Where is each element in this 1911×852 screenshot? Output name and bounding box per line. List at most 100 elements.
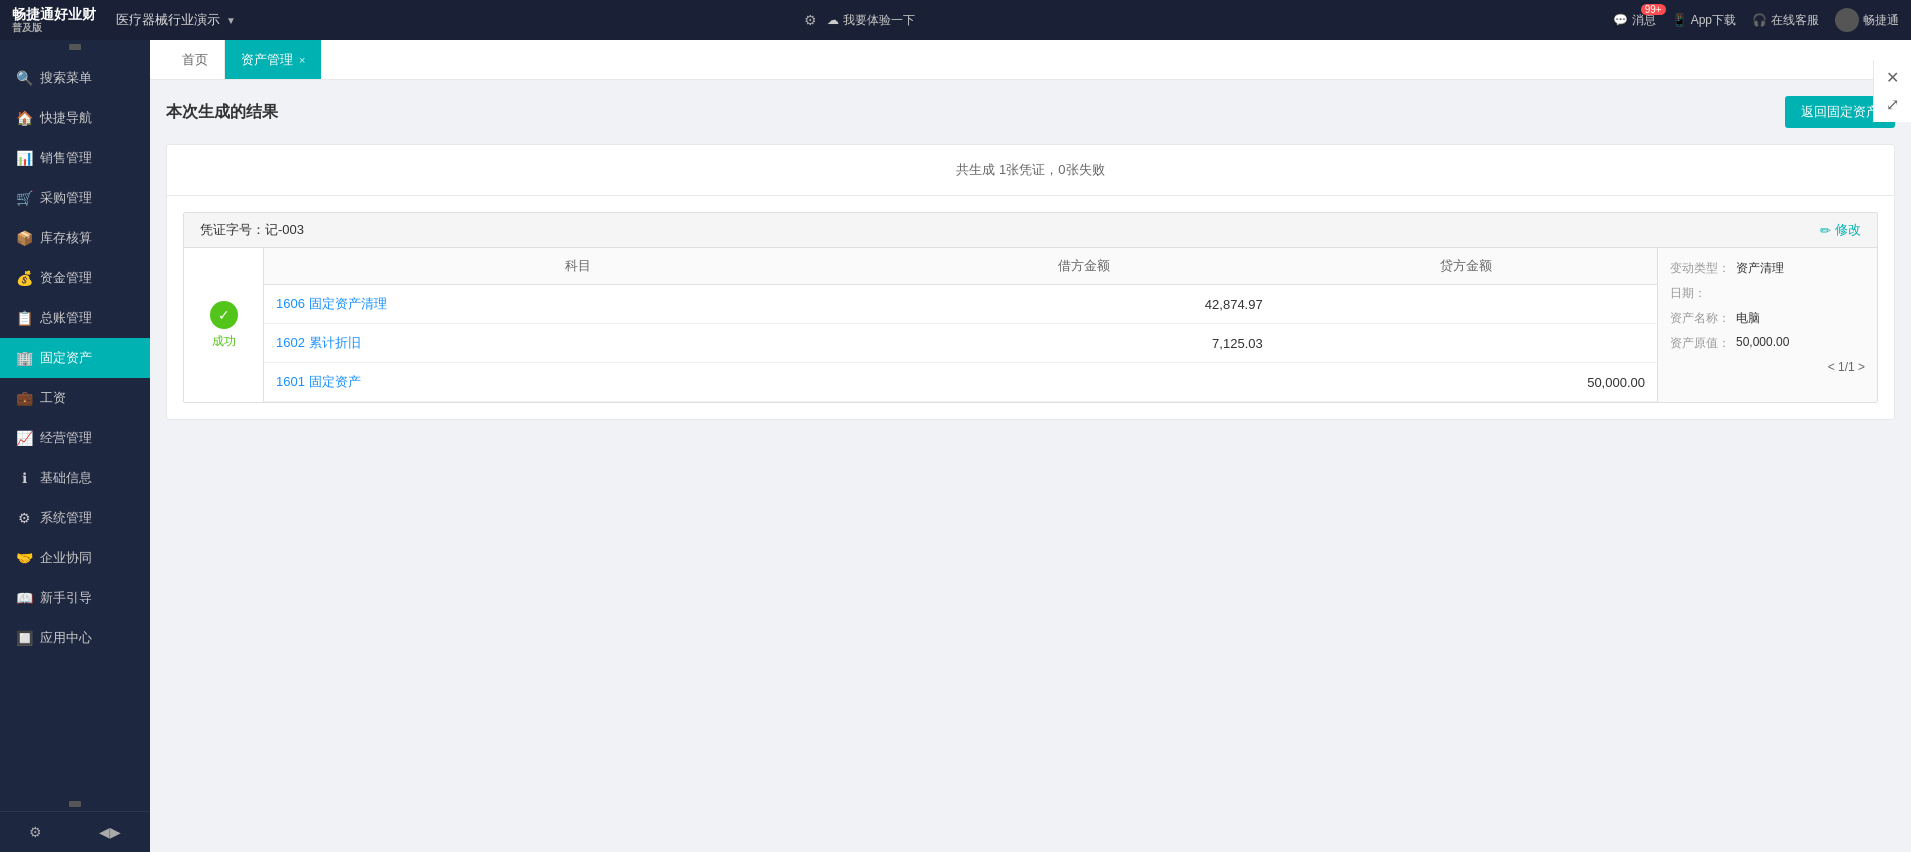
edit-icon: ✏ xyxy=(1820,223,1831,238)
sidebar-item-quicknav[interactable]: 🏠 快捷导航 xyxy=(0,98,150,138)
voucher-edit-button[interactable]: ✏ 修改 xyxy=(1820,221,1861,239)
tab-bar: 首页 资产管理 × xyxy=(150,40,1911,80)
app-download-button[interactable]: 📱 App下载 xyxy=(1672,12,1736,29)
close-button[interactable]: ✕ xyxy=(1878,64,1907,91)
guide-icon: 📖 xyxy=(16,590,32,606)
sidebar-item-corp[interactable]: 🤝 企业协同 xyxy=(0,538,150,578)
basic-info-icon: ℹ xyxy=(16,470,32,486)
row2-subject: 1602 累计折旧 xyxy=(264,324,892,363)
sales-icon: 📊 xyxy=(16,150,32,166)
fixed-assets-icon: 🏢 xyxy=(16,350,32,366)
row2-credit xyxy=(1275,324,1657,363)
sidebar-scroll-down[interactable] xyxy=(69,801,81,807)
topbar-right: 💬 消息 99+ 📱 App下载 🎧 在线客服 畅捷通 xyxy=(1613,8,1899,32)
voucher-section: 凭证字号：记-003 ✏ 修改 ✓ 成功 xyxy=(183,212,1878,403)
sidebar-bottom: ⚙ ◀▶ xyxy=(0,811,150,852)
voucher-body: ✓ 成功 科目 借方金额 贷方金额 xyxy=(184,248,1877,402)
sidebar-item-ledger[interactable]: 📋 总账管理 xyxy=(0,298,150,338)
system-icon: ⚙ xyxy=(16,510,32,526)
message-badge: 99+ xyxy=(1641,4,1666,15)
company-selector[interactable]: 医疗器械行业演示 ▼ xyxy=(116,11,794,29)
detail-pagination[interactable]: < 1/1 > xyxy=(1670,360,1865,374)
sidebar: 🔍 搜索菜单 🏠 快捷导航 📊 销售管理 🛒 采购管理 📦 库存核算 💰 xyxy=(0,40,150,852)
voucher-detail-panel: 变动类型： 资产清理 日期： 资产名称： 电脑 xyxy=(1657,248,1877,402)
tab-close-button[interactable]: × xyxy=(299,54,305,66)
sidebar-item-funds[interactable]: 💰 资金管理 xyxy=(0,258,150,298)
operation-icon: 📈 xyxy=(16,430,32,446)
trial-button[interactable]: ☁ 我要体验一下 xyxy=(827,12,915,29)
voucher-table-wrap: 科目 借方金额 贷方金额 1606 固定资产清理 42,874.97 xyxy=(264,248,1657,402)
message-icon: 💬 xyxy=(1613,13,1628,27)
sidebar-item-sales[interactable]: 📊 销售管理 xyxy=(0,138,150,178)
funds-icon: 💰 xyxy=(16,270,32,286)
row2-debit: 7,125.03 xyxy=(892,324,1274,363)
headset-icon: 🎧 xyxy=(1752,13,1767,27)
col-subject: 科目 xyxy=(264,248,892,285)
voucher-number: 凭证字号：记-003 xyxy=(200,221,304,239)
salary-icon: 💼 xyxy=(16,390,32,406)
detail-date: 日期： xyxy=(1670,285,1865,302)
success-icon: ✓ xyxy=(210,301,238,329)
tab-asset-management[interactable]: 资产管理 × xyxy=(225,40,321,79)
avatar xyxy=(1835,8,1859,32)
detail-asset-name: 资产名称： 电脑 xyxy=(1670,310,1865,327)
detail-asset-value: 资产原值： 50,000.00 xyxy=(1670,335,1865,352)
row1-credit xyxy=(1275,285,1657,324)
row3-debit xyxy=(892,363,1274,402)
sidebar-item-inventory[interactable]: 📦 库存核算 xyxy=(0,218,150,258)
sidebar-item-operation[interactable]: 📈 经营管理 xyxy=(0,418,150,458)
page-header: 本次生成的结果 返回固定资产 xyxy=(166,96,1895,128)
sidebar-item-basic[interactable]: ℹ 基础信息 xyxy=(0,458,150,498)
cloud-icon: ☁ xyxy=(827,13,839,27)
col-credit: 贷方金额 xyxy=(1275,248,1657,285)
app-logo: 畅捷通好业财 普及版 xyxy=(12,6,96,35)
sidebar-item-search[interactable]: 🔍 搜索菜单 xyxy=(0,58,150,98)
ledger-icon: 📋 xyxy=(16,310,32,326)
sidebar-item-guide[interactable]: 📖 新手引导 xyxy=(0,578,150,618)
gear-icon[interactable]: ⚙ xyxy=(804,12,817,28)
purchase-icon: 🛒 xyxy=(16,190,32,206)
page-content: 本次生成的结果 返回固定资产 共生成 1张凭证，0张失败 凭证字号：记-003 … xyxy=(150,80,1911,852)
message-button[interactable]: 💬 消息 99+ xyxy=(1613,12,1656,29)
row1-debit: 42,874.97 xyxy=(892,285,1274,324)
sidebar-toggle-button[interactable]: ◀▶ xyxy=(91,820,129,844)
sidebar-scroll-up[interactable] xyxy=(69,44,81,50)
search-icon: 🔍 xyxy=(16,70,32,86)
sidebar-item-purchase[interactable]: 🛒 采购管理 xyxy=(0,178,150,218)
online-service-button[interactable]: 🎧 在线客服 xyxy=(1752,12,1819,29)
sidebar-item-appstore[interactable]: 🔲 应用中心 xyxy=(0,618,150,658)
corp-icon: 🤝 xyxy=(16,550,32,566)
row3-credit: 50,000.00 xyxy=(1275,363,1657,402)
status-text: 成功 xyxy=(212,333,236,350)
sidebar-item-system[interactable]: ⚙ 系统管理 xyxy=(0,498,150,538)
inventory-icon: 📦 xyxy=(16,230,32,246)
col-debit: 借方金额 xyxy=(892,248,1274,285)
appstore-icon: 🔲 xyxy=(16,630,32,646)
content-area: 首页 资产管理 × 本次生成的结果 返回固定资产 共生成 1张凭证，0张失败 凭… xyxy=(150,40,1911,852)
table-row: 1606 固定资产清理 42,874.97 xyxy=(264,285,1657,324)
settings-button[interactable]: ⚙ xyxy=(21,820,50,844)
topbar: 畅捷通好业财 普及版 医疗器械行业演示 ▼ ⚙ ☁ 我要体验一下 💬 消息 99… xyxy=(0,0,1911,40)
sidebar-item-fixed[interactable]: 🏢 固定资产 xyxy=(0,338,150,378)
modal-controls: ✕ ⤢ xyxy=(1873,60,1911,122)
tab-home[interactable]: 首页 xyxy=(166,40,225,79)
user-avatar[interactable]: 畅捷通 xyxy=(1835,8,1899,32)
company-dropdown-arrow: ▼ xyxy=(226,15,236,26)
result-panel: 共生成 1张凭证，0张失败 凭证字号：记-003 ✏ 修改 xyxy=(166,144,1895,420)
voucher-header: 凭证字号：记-003 ✏ 修改 xyxy=(184,213,1877,248)
expand-button[interactable]: ⤢ xyxy=(1878,91,1907,118)
voucher-table: 科目 借方金额 贷方金额 1606 固定资产清理 42,874.97 xyxy=(264,248,1657,402)
table-row: 1601 固定资产 50,000.00 xyxy=(264,363,1657,402)
voucher-status: ✓ 成功 xyxy=(184,248,264,402)
main-layout: 🔍 搜索菜单 🏠 快捷导航 📊 销售管理 🛒 采购管理 📦 库存核算 💰 xyxy=(0,40,1911,852)
table-row: 1602 累计折旧 7,125.03 xyxy=(264,324,1657,363)
result-summary: 共生成 1张凭证，0张失败 xyxy=(167,145,1894,196)
sidebar-nav: 🔍 搜索菜单 🏠 快捷导航 📊 销售管理 🛒 采购管理 📦 库存核算 💰 xyxy=(0,54,150,797)
row3-subject: 1601 固定资产 xyxy=(264,363,892,402)
row1-subject: 1606 固定资产清理 xyxy=(264,285,892,324)
sidebar-item-salary[interactable]: 💼 工资 xyxy=(0,378,150,418)
page-title: 本次生成的结果 xyxy=(166,102,278,123)
home-icon: 🏠 xyxy=(16,110,32,126)
phone-icon: 📱 xyxy=(1672,13,1687,27)
detail-change-type: 变动类型： 资产清理 xyxy=(1670,260,1865,277)
